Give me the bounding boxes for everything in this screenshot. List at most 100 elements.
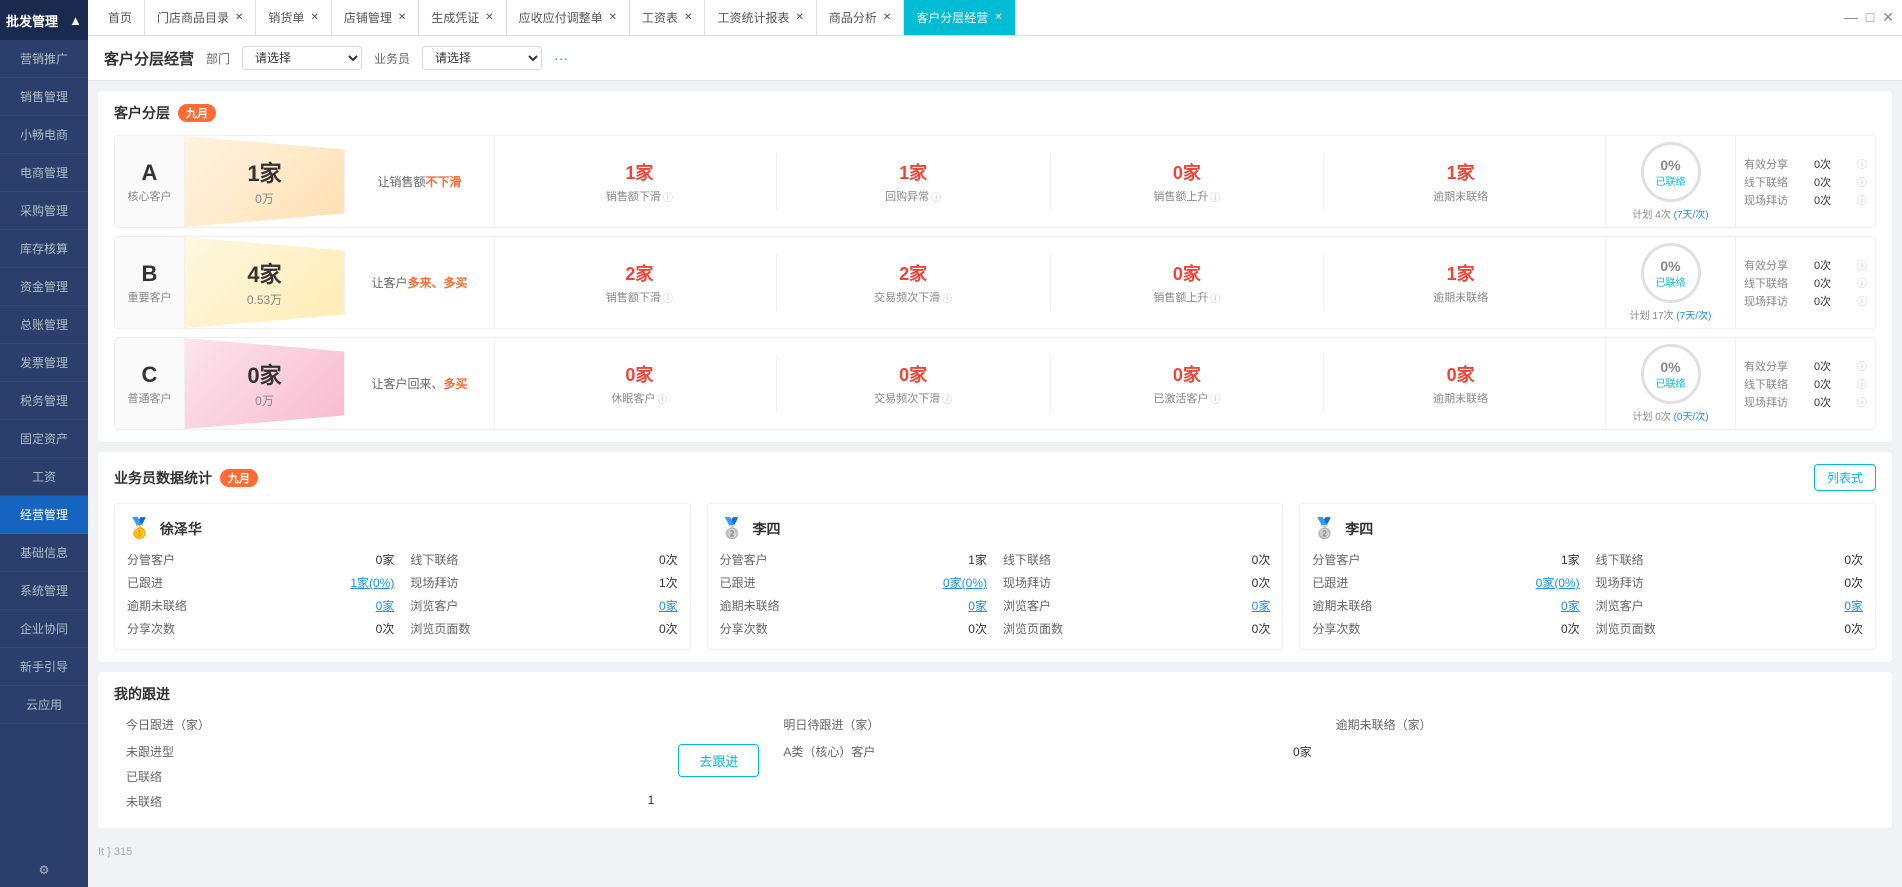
dept-label: 部门: [206, 50, 230, 67]
sidebar-item-基础信息[interactable]: 基础信息: [0, 534, 88, 572]
tier-suggestion-highlight-C: 多买: [444, 375, 468, 392]
sidebar-item-小畅电商[interactable]: 小畅电商: [0, 116, 88, 154]
info-icon[interactable]: ⓘ: [1857, 275, 1867, 290]
sidebar-item-资金管理[interactable]: 资金管理: [0, 268, 88, 306]
plan-link-${tier.letter}[interactable]: (0天/次): [1674, 412, 1709, 423]
sidebar-collapse-icon[interactable]: ▲: [69, 13, 82, 28]
sidebar-item-营销推广[interactable]: 营销推广: [0, 40, 88, 78]
tab-close-工资表[interactable]: ✕: [684, 12, 692, 23]
follow-tomorrow-col: 明日待跟进（家） A类（核心）客户 0家: [771, 716, 1323, 766]
biz-stat-val-4[interactable]: 0家: [376, 597, 395, 614]
biz-stat-row-4: 逾期未联络 0家: [720, 597, 987, 614]
info-icon[interactable]: ⓘ: [1210, 189, 1220, 204]
right-stat-有效分享: 有效分享0次ⓘ: [1744, 358, 1867, 374]
info-icon[interactable]: ⓘ: [1857, 192, 1867, 207]
sidebar-item-企业协同[interactable]: 企业协同: [0, 610, 88, 648]
tab-工资表[interactable]: 工资表✕: [630, 0, 705, 36]
biz-stat-val-4[interactable]: 0家: [968, 597, 987, 614]
stat-card-交易频次下滑: 0家 交易频次下滑ⓘ: [777, 355, 1051, 412]
info-icon[interactable]: ⓘ: [1857, 293, 1867, 308]
tab-商品分析[interactable]: 商品分析✕: [817, 0, 904, 36]
tab-店铺管理[interactable]: 店铺管理✕: [332, 0, 419, 36]
sidebar-item-总账管理[interactable]: 总账管理: [0, 306, 88, 344]
contact-plan-A: 计划 4次 (7天/次): [1632, 206, 1708, 221]
biz-stat-val-5[interactable]: 0家: [1844, 597, 1863, 614]
biz-card-1: 🥈 李四 分管客户 1家 线下联络 0次 已跟进 0家(0%) 现场拜访 0次 …: [707, 503, 1284, 650]
sidebar-item-新手引导[interactable]: 新手引导: [0, 648, 88, 686]
tier-suggestion-A: 让销售额不下滑: [345, 136, 495, 227]
sidebar-item-库存核算[interactable]: 库存核算: [0, 230, 88, 268]
sidebar-item-经营管理[interactable]: 经营管理: [0, 496, 88, 534]
plan-link-${tier.letter}[interactable]: (7天/次): [1674, 210, 1709, 221]
info-icon[interactable]: ⓘ: [657, 391, 667, 406]
tab-close-商品分析[interactable]: ✕: [883, 12, 891, 23]
contact-circle-A: 0% 已联络: [1641, 142, 1701, 202]
tab-销货单[interactable]: 销货单✕: [256, 0, 331, 36]
sidebar-item-税务管理[interactable]: 税务管理: [0, 382, 88, 420]
tab-minimize-icon[interactable]: —: [1844, 9, 1858, 26]
biz-stat-val-2[interactable]: 1家(0%): [350, 574, 394, 591]
info-icon[interactable]: ⓘ: [1857, 257, 1867, 272]
biz-name-2: 李四: [1345, 519, 1373, 539]
info-icon[interactable]: ⓘ: [1210, 391, 1220, 406]
tab-首页[interactable]: 首页: [96, 0, 145, 36]
tab-close-店铺管理[interactable]: ✕: [398, 12, 406, 23]
info-icon[interactable]: ⓘ: [942, 290, 952, 305]
biz-stat-val-4[interactable]: 0家: [1561, 597, 1580, 614]
info-icon[interactable]: ⓘ: [1857, 376, 1867, 391]
list-view-button[interactable]: 列表式: [1814, 464, 1876, 491]
sidebar-gear-icon[interactable]: ⚙: [0, 853, 88, 887]
dept-select[interactable]: 请选择: [242, 46, 362, 70]
sidebar-item-电商管理[interactable]: 电商管理: [0, 154, 88, 192]
biz-stat-val-7: 0次: [1252, 620, 1271, 637]
tab-close-门店商品目录[interactable]: ✕: [235, 12, 243, 23]
stat-card-销售额上升: 0家 销售额上升ⓘ: [1051, 153, 1325, 210]
info-icon[interactable]: ⓘ: [1857, 174, 1867, 189]
info-icon[interactable]: ⓘ: [1857, 394, 1867, 409]
biz-stat-val-2[interactable]: 0家(0%): [943, 574, 987, 591]
sidebar-item-云应用[interactable]: 云应用: [0, 686, 88, 724]
tab-close-应收应付调整单[interactable]: ✕: [609, 12, 617, 23]
biz-stat-val-5[interactable]: 0家: [659, 597, 678, 614]
sidebar-item-发票管理[interactable]: 发票管理: [0, 344, 88, 382]
stat-label: 逾期未联络: [1433, 289, 1488, 305]
biz-stat-val-0: 1家: [1561, 551, 1580, 568]
info-icon[interactable]: ⓘ: [1857, 358, 1867, 373]
sidebar-item-固定资产[interactable]: 固定资产: [0, 420, 88, 458]
tier-label-C: C普通客户: [115, 338, 185, 429]
go-follow-button[interactable]: 去跟进: [678, 744, 759, 777]
sidebar-item-销售管理[interactable]: 销售管理: [0, 78, 88, 116]
sidebar-item-工资[interactable]: 工资: [0, 458, 88, 496]
tab-close-客户分层经营[interactable]: ✕: [994, 12, 1002, 23]
biz-stat-row-2: 已跟进 0家(0%): [1312, 574, 1579, 591]
sales-select[interactable]: 请选择: [422, 46, 542, 70]
tab-应收应付调整单[interactable]: 应收应付调整单✕: [507, 0, 630, 36]
tab-生成凭证[interactable]: 生成凭证✕: [419, 0, 506, 36]
tab-maximize-icon[interactable]: □: [1866, 9, 1874, 26]
info-icon[interactable]: ⓘ: [1857, 156, 1867, 171]
biz-stat-val-5[interactable]: 0家: [1252, 597, 1271, 614]
plan-link-${tier.letter}[interactable]: (7天/次): [1676, 311, 1711, 322]
tab-close-生成凭证[interactable]: ✕: [485, 12, 493, 23]
info-icon[interactable]: ⓘ: [663, 290, 673, 305]
sidebar-item-系统管理[interactable]: 系统管理: [0, 572, 88, 610]
follow-tomorrow-title: 明日待跟进（家）: [783, 716, 1311, 733]
sidebar-item-采购管理[interactable]: 采购管理: [0, 192, 88, 230]
tab-close-工资统计报表[interactable]: ✕: [795, 12, 803, 23]
tab-工资统计报表[interactable]: 工资统计报表✕: [705, 0, 816, 36]
tab-门店商品目录[interactable]: 门店商品目录✕: [145, 0, 256, 36]
info-icon[interactable]: ⓘ: [942, 391, 952, 406]
biz-stat-val-6: 0次: [1561, 620, 1580, 637]
filter-more-icon[interactable]: ···: [554, 50, 568, 66]
tab-客户分层经营[interactable]: 客户分层经营✕: [904, 0, 1015, 36]
contact-pct-A: 0%: [1660, 157, 1680, 173]
tier-amount-A: 0万: [255, 190, 274, 207]
stat-count: 2家: [625, 260, 653, 286]
info-icon[interactable]: ⓘ: [931, 189, 941, 204]
tab-close-销货单[interactable]: ✕: [310, 12, 318, 23]
biz-stat-val-2[interactable]: 0家(0%): [1536, 574, 1580, 591]
biz-stat-val-6: 0次: [968, 620, 987, 637]
info-icon[interactable]: ⓘ: [663, 189, 673, 204]
info-icon[interactable]: ⓘ: [1210, 290, 1220, 305]
tab-close-icon[interactable]: ✕: [1882, 9, 1894, 26]
